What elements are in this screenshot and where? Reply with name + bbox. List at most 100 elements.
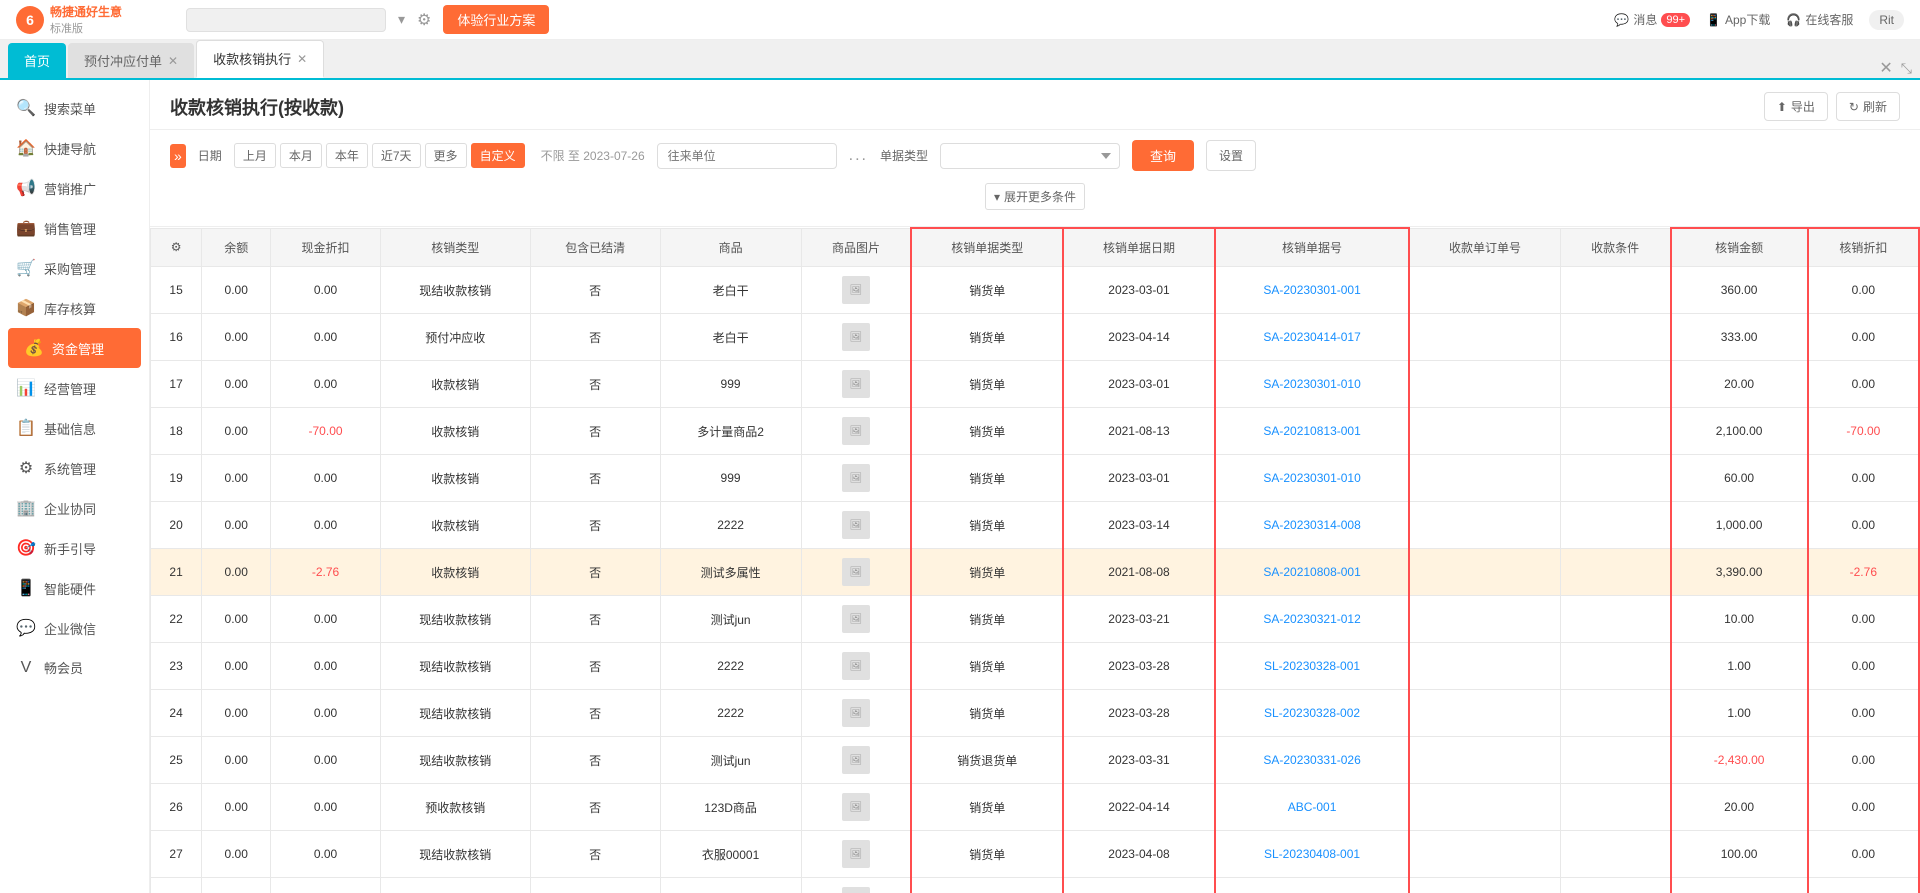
tab-receipt-cancel[interactable]: 收款核销执行 ✕ [196,40,324,78]
cell-bill-no[interactable]: SL-20230418-001 [1215,878,1409,893]
sidebar-label-purchase: 采购管理 [44,259,96,278]
bill-no-link[interactable]: SL-20230328-001 [1264,659,1360,673]
cell-receipt-condition [1560,878,1670,893]
sidebar-item-guide[interactable]: 🎯新手引导 [0,528,149,568]
cell-cancel-amount: 20.00 [1671,784,1808,831]
table-container[interactable]: ⚙ 余额 现金折扣 核销类型 包含已结清 商品 商品图片 核销单据类型 核销单据… [150,227,1920,893]
cell-bill-date: 2023-03-31 [1063,737,1215,784]
sidebar-item-wechat[interactable]: 💬企业微信 [0,608,149,648]
bill-no-link[interactable]: SA-20230331-026 [1263,753,1360,767]
table-row: 20 0.00 0.00 收款核销 否 2222 🖼 销货单 2023-03-1… [151,502,1920,549]
cell-bill-no[interactable]: SA-20210813-001 [1215,408,1409,455]
sidebar-item-purchase[interactable]: 🛒采购管理 [0,248,149,288]
cell-goods: 2222 [660,643,801,690]
sidebar-item-business[interactable]: 📊经营管理 [0,368,149,408]
cell-bill-no[interactable]: ABC-001 [1215,784,1409,831]
cell-bill-no[interactable]: SL-20230328-001 [1215,643,1409,690]
cell-cash-discount: 0.00 [271,361,381,408]
tab2-close-icon[interactable]: ✕ [297,52,307,66]
top-bar: 6 畅捷通好生意 标准版 ▾ ⚙ 体验行业方案 💬 消息 99+ 📱 App下载… [0,0,1920,40]
partner-input[interactable] [657,143,837,169]
sidebar-item-search[interactable]: 🔍搜索菜单 [0,88,149,128]
export-button[interactable]: ⬆ 导出 [1764,92,1828,121]
bill-type-select[interactable] [940,143,1120,169]
sidebar-item-marketing[interactable]: 📢营销推广 [0,168,149,208]
cell-cancel-discount: 0.00 [1808,643,1919,690]
sidebar-item-nav[interactable]: 🏠快捷导航 [0,128,149,168]
cell-bill-date: 2023-03-14 [1063,502,1215,549]
top-actions: 💬 消息 99+ 📱 App下载 🎧 在线客服 Rit [1614,10,1904,30]
sidebar-item-enterprise[interactable]: 🏢企业协同 [0,488,149,528]
sidebar-item-member[interactable]: V畅会员 [0,648,149,687]
cell-bill-no[interactable]: SL-20230328-002 [1215,690,1409,737]
refresh-button[interactable]: ↻ 刷新 [1836,92,1900,121]
bill-no-link[interactable]: SA-20230301-001 [1263,283,1360,297]
cell-bill-no[interactable]: SL-20230408-001 [1215,831,1409,878]
bill-no-link[interactable]: SA-20230301-010 [1263,471,1360,485]
cell-bill-no[interactable]: SA-20230301-001 [1215,267,1409,314]
bill-no-link[interactable]: ABC-001 [1288,800,1337,814]
bill-no-link[interactable]: SA-20210813-001 [1263,424,1360,438]
cell-bill-no[interactable]: SA-20230314-008 [1215,502,1409,549]
sidebar-item-system[interactable]: ⚙系统管理 [0,448,149,488]
bill-no-link[interactable]: SA-20230314-008 [1263,518,1360,532]
industry-solution-button[interactable]: 体验行业方案 [443,5,549,34]
bill-no-link[interactable]: SA-20210808-001 [1263,565,1360,579]
cell-receipt-condition [1560,455,1670,502]
cell-balance: 0.00 [202,408,271,455]
cell-cash-discount: 0.00 [271,737,381,784]
cell-bill-no[interactable]: SA-20210808-001 [1215,549,1409,596]
cell-cancel-amount: 333.00 [1671,314,1808,361]
cell-receipt-order-no [1409,408,1560,455]
date-btn-7days[interactable]: 近7天 [372,143,421,168]
partner-more-icon[interactable]: ... [849,147,868,165]
cell-cancel-discount: -70.00 [1808,408,1919,455]
window-expand-icon[interactable]: ⤡ [1901,60,1912,77]
cell-receipt-condition [1560,408,1670,455]
expand-more-btn[interactable]: ▾ 展开更多条件 [985,183,1085,210]
search-arrow-icon[interactable]: ▾ [398,11,405,28]
col-bill-type-header: 核销单据类型 [911,228,1063,267]
messages-action[interactable]: 💬 消息 99+ [1614,11,1690,28]
cell-bill-no[interactable]: SA-20230321-012 [1215,596,1409,643]
bill-no-link[interactable]: SA-20230321-012 [1263,612,1360,626]
cell-cancel-amount: 60.00 [1671,455,1808,502]
date-btn-more[interactable]: 更多 [425,143,467,168]
sidebar-item-inventory[interactable]: 📦库存核算 [0,288,149,328]
cell-bill-no[interactable]: SA-20230301-010 [1215,361,1409,408]
date-btn-custom[interactable]: 自定义 [471,143,525,168]
filter-expand-left[interactable]: » [170,144,186,168]
top-search-input[interactable] [186,8,386,32]
cell-goods-image: 🖼 [801,408,911,455]
cell-bill-no[interactable]: SA-20230414-017 [1215,314,1409,361]
tab1-close-icon[interactable]: ✕ [168,54,178,68]
bill-no-link[interactable]: SA-20230414-017 [1263,330,1360,344]
app-download-action[interactable]: 📱 App下载 [1706,11,1770,28]
cell-bill-no[interactable]: SA-20230301-010 [1215,455,1409,502]
cell-bill-no[interactable]: SA-20230331-026 [1215,737,1409,784]
tab-prepay[interactable]: 预付冲应付单 ✕ [68,43,194,78]
date-btn-this-month[interactable]: 本月 [280,143,322,168]
date-btn-last-month[interactable]: 上月 [234,143,276,168]
bill-no-link[interactable]: SA-20230301-010 [1263,377,1360,391]
sidebar-item-base[interactable]: 📋基础信息 [0,408,149,448]
cell-receipt-order-no [1409,314,1560,361]
goods-image: 🖼 [842,276,870,304]
bill-no-link[interactable]: SL-20230408-001 [1264,847,1360,861]
cell-bill-type: 销货单 [911,267,1063,314]
settings-gear-icon[interactable]: ⚙ [417,10,431,30]
sidebar-item-sales[interactable]: 💼销售管理 [0,208,149,248]
window-close-icon[interactable]: ✕ [1879,58,1892,78]
bill-no-link[interactable]: SL-20230328-002 [1264,706,1360,720]
online-service-action[interactable]: 🎧 在线客服 [1786,11,1853,28]
sidebar-item-finance[interactable]: 💰资金管理 [8,328,141,368]
cell-cancel-amount: 1.00 [1671,643,1808,690]
setting-button[interactable]: 设置 [1206,140,1256,171]
date-btn-this-year[interactable]: 本年 [326,143,368,168]
sidebar-item-hardware[interactable]: 📱智能硬件 [0,568,149,608]
user-profile-action[interactable]: Rit [1869,10,1904,30]
cell-balance: 0.00 [202,878,271,893]
tab-home[interactable]: 首页 [8,43,66,78]
query-button[interactable]: 查询 [1132,140,1194,171]
col-settings-header[interactable]: ⚙ [151,228,202,267]
